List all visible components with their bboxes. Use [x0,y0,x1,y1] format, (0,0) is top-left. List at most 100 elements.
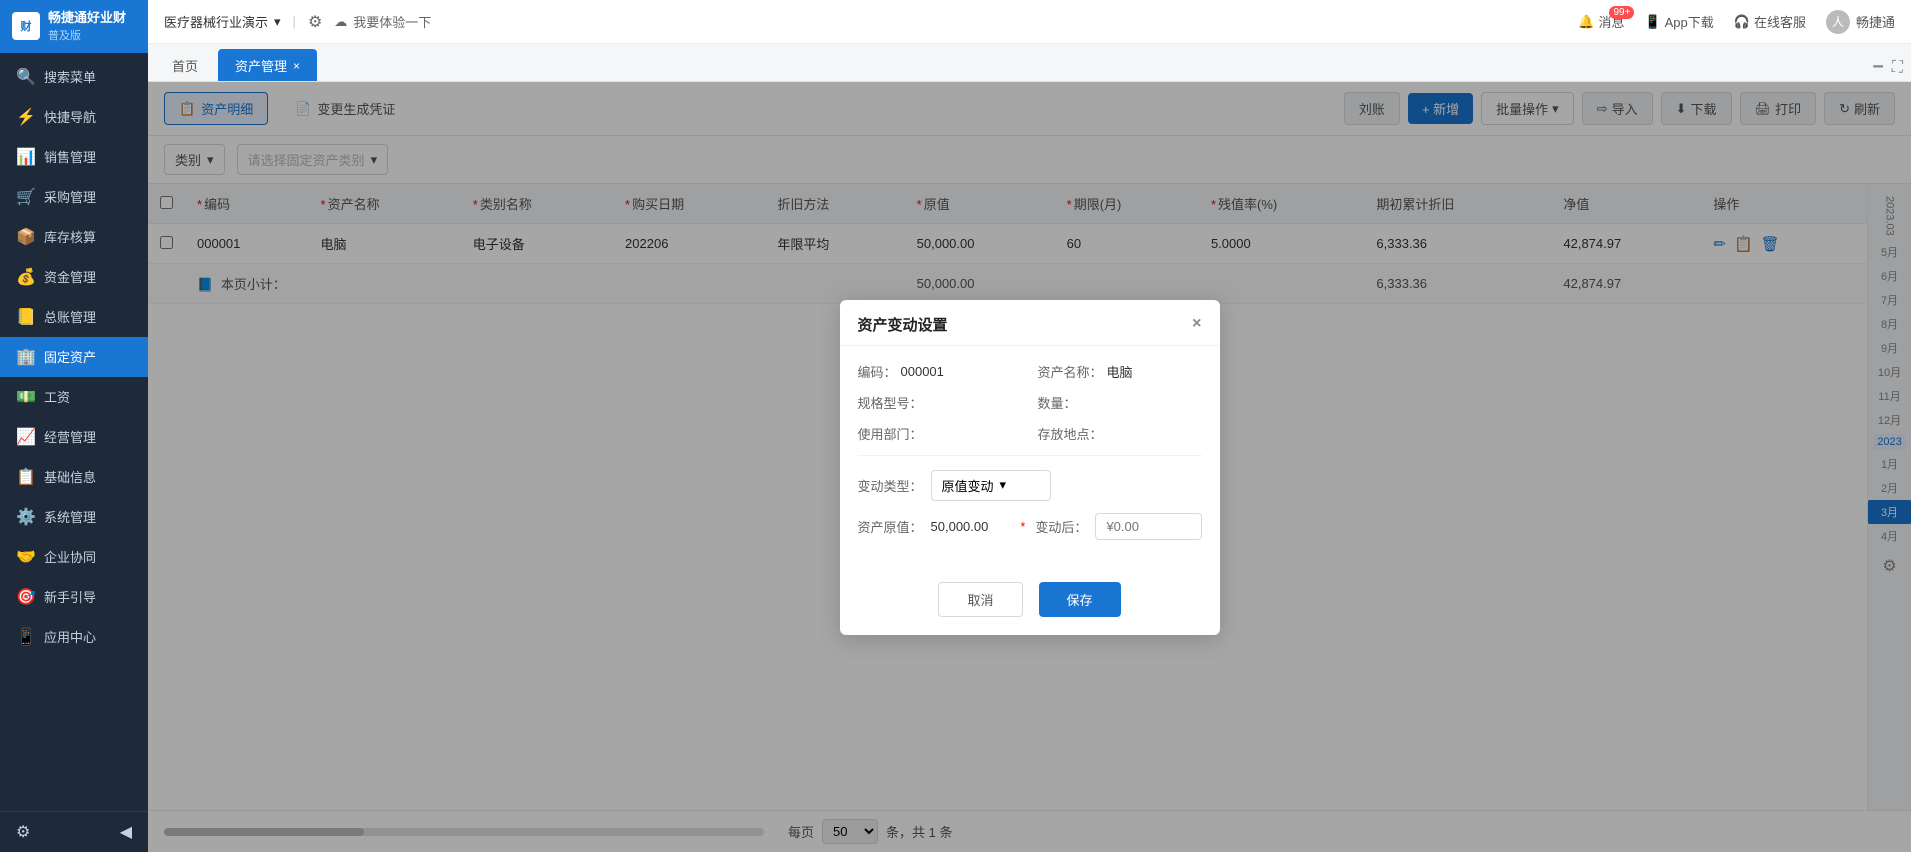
code-value: 000001 [901,364,944,379]
change-type-select[interactable]: 原值变动 ▾ [931,470,1051,501]
flash-icon: ⚡ [16,107,34,127]
sidebar-item-basicinfo[interactable]: 📋 基础信息 [0,457,148,497]
sidebar-logo[interactable]: 财 畅捷通好业财 普及版 [0,0,148,53]
dialog-body: 编码： 000001 资产名称： 电脑 规格型号： [840,346,1220,570]
app-name: 畅捷通好业财 [48,10,126,27]
user-menu[interactable]: 人 畅捷通 [1826,10,1895,34]
change-type-row: 变动类型： 原值变动 ▾ [858,470,1202,501]
tab-expand-button[interactable]: ⛶ [1892,54,1903,81]
cloud-icon: ☁ [334,14,347,30]
close-icon[interactable]: × [293,59,300,73]
sidebar-item-quicknav[interactable]: ⚡ 快捷导航 [0,97,148,137]
sidebar-item-label: 搜索菜单 [44,67,96,86]
dialog-footer: 取消 保存 [840,570,1220,635]
support-label: 在线客服 [1754,12,1806,31]
dialog-row-2: 规格型号： 数量： [858,393,1202,412]
handshake-icon: 🤝 [16,547,34,567]
sidebar-item-system[interactable]: ⚙️ 系统管理 [0,497,148,537]
experience-btn[interactable]: ☁ 我要体验一下 [334,12,431,31]
dialog-divider [858,455,1202,456]
book-icon: 📒 [16,307,34,327]
sidebar-item-label: 资金管理 [44,267,96,286]
sidebar-item-appcenter[interactable]: 📱 应用中心 [0,617,148,657]
spec-label: 规格型号： [858,393,923,412]
tabbar: 首页 资产管理 × 🗕 ⛶ [148,44,1911,82]
asset-name-label: 资产名称： [1038,362,1103,381]
avatar: 人 [1826,10,1850,34]
support-button[interactable]: 🎧 在线客服 [1734,12,1806,31]
sidebar-item-fixed[interactable]: 🏢 固定资产 [0,337,148,377]
asset-change-dialog: 资产变动设置 × 编码： 000001 资产名称： 电脑 [840,300,1220,635]
sidebar-bottom: ⚙ ◀ [0,811,148,852]
gear-icon: ⚙️ [16,507,34,527]
download-label: App下载 [1665,12,1714,31]
sidebar-item-label: 采购管理 [44,187,96,206]
sidebar-item-label: 工资 [44,387,70,406]
sidebar-item-purchase[interactable]: 🛒 采购管理 [0,177,148,217]
after-value-input[interactable] [1095,513,1201,540]
sidebar-item-salary[interactable]: 💵 工资 [0,377,148,417]
sidebar-item-fund[interactable]: 💰 资金管理 [0,257,148,297]
cancel-button[interactable]: 取消 [938,582,1022,617]
sidebar-item-label: 基础信息 [44,467,96,486]
target-icon: 🎯 [16,587,34,607]
save-button[interactable]: 保存 [1039,582,1121,617]
sidebar-nav: 🔍 搜索菜单 ⚡ 快捷导航 📊 销售管理 🛒 采购管理 📦 库存核算 💰 资金管… [0,53,148,811]
dialog-row-3: 使用部门： 存放地点： [858,424,1202,443]
company-selector[interactable]: 医疗器械行业演示 ▾ [164,12,281,31]
sidebar-item-label: 快捷导航 [44,107,96,126]
sidebar-item-inventory[interactable]: 📦 库存核算 [0,217,148,257]
download-button[interactable]: 📱 App下载 [1644,12,1713,31]
company-name: 医疗器械行业演示 [164,12,268,31]
settings-icon[interactable]: ⚙ [16,822,30,842]
dialog-header: 资产变动设置 × [840,300,1220,346]
asset-name-value: 电脑 [1107,362,1133,381]
chart-icon: 📊 [16,147,34,167]
sidebar-item-enterprise[interactable]: 🤝 企业协同 [0,537,148,577]
quantity-field: 数量： [1038,393,1202,412]
change-type-value: 原值变动 [942,476,994,495]
dialog-overlay: 资产变动设置 × 编码： 000001 资产名称： 电脑 [148,82,1911,852]
user-name: 畅捷通 [1856,12,1895,31]
sidebar-item-label: 系统管理 [44,507,96,526]
sidebar: 财 畅捷通好业财 普及版 🔍 搜索菜单 ⚡ 快捷导航 📊 销售管理 🛒 采购管理… [0,0,148,852]
sidebar-item-label: 销售管理 [44,147,96,166]
location-field: 存放地点： [1038,424,1202,443]
download-icon: 📱 [1644,14,1660,30]
box-icon: 📦 [16,227,34,247]
sidebar-item-operation[interactable]: 📈 经营管理 [0,417,148,457]
sidebar-item-ledger[interactable]: 📒 总账管理 [0,297,148,337]
sidebar-item-label: 总账管理 [44,307,96,326]
notifications-badge: 99+ [1609,6,1634,19]
sidebar-item-sales[interactable]: 📊 销售管理 [0,137,148,177]
name-field: 资产名称： 电脑 [1038,362,1202,381]
app-edition: 普及版 [48,27,126,43]
experience-label: 我要体验一下 [353,12,431,31]
sidebar-item-search[interactable]: 🔍 搜索菜单 [0,57,148,97]
after-label: 变动后： [1035,517,1087,536]
tab-minimize-button[interactable]: 🗕 [1872,54,1883,81]
sidebar-item-label: 应用中心 [44,627,96,646]
tab-asset[interactable]: 资产管理 × [218,49,317,81]
sidebar-item-label: 企业协同 [44,547,96,566]
dept-label: 使用部门： [858,424,923,443]
code-label: 编码： [858,362,897,381]
sidebar-collapse-button[interactable]: ◀ [120,822,132,842]
tab-home[interactable]: 首页 [156,50,214,81]
sidebar-item-newbie[interactable]: 🎯 新手引导 [0,577,148,617]
logo-text-container: 畅捷通好业财 普及版 [48,10,126,43]
dialog-title: 资产变动设置 [858,314,948,335]
sidebar-item-label: 新手引导 [44,587,96,606]
sidebar-item-label: 固定资产 [44,347,96,366]
sidebar-item-label: 经营管理 [44,427,96,446]
home-label: 首页 [172,56,198,75]
settings-btn[interactable]: ⚙ [308,12,322,32]
chevron-down-icon: ▾ [1000,477,1007,493]
dialog-close-button[interactable]: × [1192,315,1201,333]
change-type-label: 变动类型： [858,476,923,495]
dept-field: 使用部门： [858,424,1022,443]
spec-field: 规格型号： [858,393,1022,412]
topbar: 医疗器械行业演示 ▾ | ⚙ ☁ 我要体验一下 🔔 消息 99+ 📱 App下载… [148,0,1911,44]
value-change-row: 资产原值： 50,000.00 * 变动后： [858,513,1202,540]
notifications-button[interactable]: 🔔 消息 99+ [1578,12,1624,31]
